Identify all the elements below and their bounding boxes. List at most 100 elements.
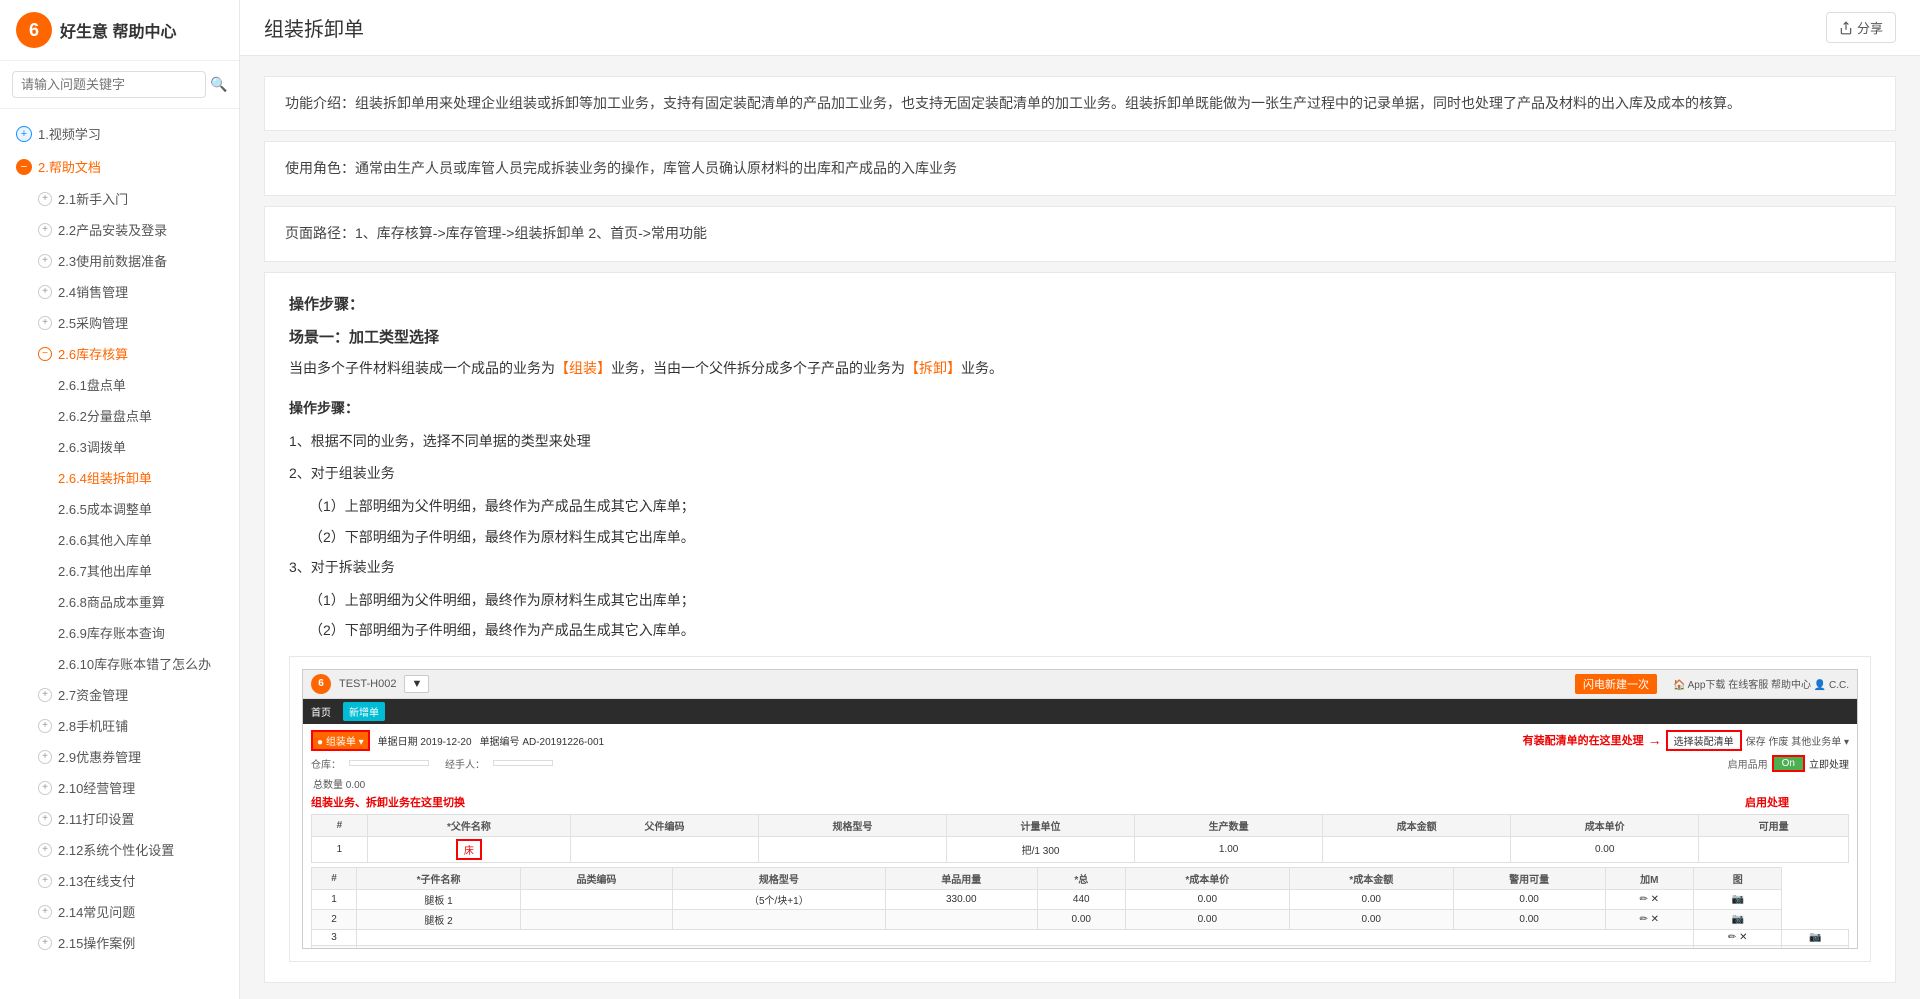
sidebar-item-install[interactable]: + 2.2产品安装及登录	[0, 214, 239, 245]
path-section: 页面路径：1、库存核算->库存管理->组装拆卸单 2、首页->常用功能	[264, 206, 1896, 261]
sidebar-item-coupon[interactable]: + 2.9优惠券管理	[0, 741, 239, 772]
sidebar-item-2-6-10[interactable]: 2.6.10库存账本错了怎么办	[20, 648, 239, 679]
sidebar-item-sales[interactable]: + 2.4销售管理	[0, 276, 239, 307]
scene1-title: 场景一：加工类型选择	[289, 326, 1871, 347]
th-avail: 可用量	[1699, 814, 1849, 836]
annotation-text1: 有装配清单的在这里处理	[1523, 732, 1644, 748]
fs-lower-table: # *子件名称 品类编码 规格型号 单品用量 *总 *成本单价 *成本金额 警用…	[311, 867, 1849, 949]
fs-date-label: 单据日期 2019-12-20	[378, 733, 472, 748]
share-button[interactable]: 分享	[1826, 12, 1896, 43]
sidebar-item-2-6-3-label: 2.6.3调拨单	[58, 437, 126, 456]
fs-action-btns: 保存 作废 其他业务单 ▾	[1746, 733, 1849, 748]
fs-person-input	[493, 760, 553, 766]
td-l-empty4	[357, 945, 1694, 949]
sidebar-item-2-6-6[interactable]: 2.6.6其他入库单	[20, 524, 239, 555]
sidebar-item-faq[interactable]: + 2.14常见问题	[0, 896, 239, 927]
sidebar-item-payment[interactable]: + 2.13在线支付	[0, 865, 239, 896]
th-l-icons: 图	[1693, 867, 1781, 889]
sidebar-item-mobile[interactable]: + 2.8手机旺铺	[0, 710, 239, 741]
td-1: 1	[312, 836, 368, 862]
plus-icon: +	[16, 126, 32, 142]
sub-prefix-icon: +	[38, 843, 52, 857]
annotation-area1: 有装配清单的在这里处理 → 选择装配清单 保存 作废 其他业务单 ▾	[1523, 730, 1849, 751]
fs-type-selector: ● 组装单 ▾ 单据日期 2019-12-20 单据编号 AD-20191226…	[311, 730, 604, 751]
search-input[interactable]	[12, 71, 206, 98]
td-l-ca2: 0.00	[1289, 909, 1453, 929]
sidebar-item-cases[interactable]: + 2.15操作案例	[0, 927, 239, 958]
sidebar-item-2-6-4[interactable]: 2.6.4组装拆卸单	[20, 462, 239, 493]
fs-form-content: ● 组装单 ▾ 单据日期 2019-12-20 单据编号 AD-20191226…	[303, 724, 1857, 949]
annotation-text3: 组装业务、拆卸业务在这里切换	[311, 794, 465, 810]
fs-on-toggle: On	[1772, 755, 1805, 772]
steps-section: 操作步骤： 场景一：加工类型选择 当由多个子件材料组装成一个成品的业务为【组装】…	[264, 272, 1896, 983]
td-l-ic3: 📷	[1782, 929, 1849, 945]
sidebar-item-2-6-9[interactable]: 2.6.9库存账本查询	[20, 617, 239, 648]
sidebar-item-dataprep[interactable]: + 2.3使用前数据准备	[0, 245, 239, 276]
sidebar-item-settings[interactable]: + 2.12系统个性化设置	[0, 834, 239, 865]
sidebar-item-coupon-label: 2.9优惠券管理	[58, 747, 141, 766]
sub-prefix-icon: +	[38, 812, 52, 826]
step1: 1、根据不同的业务，选择不同单据的类型来处理	[289, 428, 1871, 455]
sidebar-item-faq-label: 2.14常见问题	[58, 902, 135, 921]
fs-company: TEST-H002	[339, 678, 396, 690]
sidebar-item-dataprep-label: 2.3使用前数据准备	[58, 251, 167, 270]
td-l-ratio2	[885, 909, 1037, 929]
fs-config-list-btn: 选择装配清单	[1666, 730, 1742, 751]
sidebar-item-2-6-10-label: 2.6.10库存账本错了怎么办	[58, 654, 211, 673]
sidebar-item-print[interactable]: + 2.11打印设置	[0, 803, 239, 834]
step2-sub1: （1）上部明细为父件明细，最终作为产成品生成其它入库单；	[309, 493, 1871, 520]
nav-item-docs[interactable]: − 2.帮助文档	[0, 150, 239, 183]
td-l-c1: 0.00	[1125, 889, 1289, 909]
table-row: 1 腿板 1 （5个/块+1） 330.00 440 0.00 0.00 0.0…	[312, 889, 1849, 909]
th-spec: 规格型号	[758, 814, 946, 836]
ops-steps-title: 操作步骤：	[289, 395, 1871, 422]
role-section: 使用角色：通常由生产人员或库管人员完成拆装业务的操作，库管人员确认原材料的出库和…	[264, 141, 1896, 196]
sidebar-item-2-6-4-label: 2.6.4组装拆卸单	[58, 468, 152, 487]
fs-form-row1: ● 组装单 ▾ 单据日期 2019-12-20 单据编号 AD-20191226…	[311, 730, 1849, 751]
main-area: 组装拆卸单 分享 功能介绍：组装拆卸单用来处理企业组装或拆卸等加工业务，支持有固…	[240, 0, 1920, 999]
th-unit: 计量单位	[947, 814, 1135, 836]
sidebar-item-2-6-9-label: 2.6.9库存账本查询	[58, 623, 165, 642]
fs-topbar: 6 TEST-H002 ▼ 闪电新建一次 🏠 App下载 在线客服 帮助中心 👤…	[303, 670, 1857, 699]
scene1-desc: 当由多个子件材料组装成一个成品的业务为【组装】业务，当由一个父件拆分成多个子产品…	[289, 355, 1871, 382]
sidebar-item-ops[interactable]: + 2.10经营管理	[0, 772, 239, 803]
sidebar-item-2-6-7-label: 2.6.7其他出库单	[58, 561, 152, 580]
sidebar-item-2-6-5[interactable]: 2.6.5成本调整单	[20, 493, 239, 524]
sidebar-item-inventory[interactable]: − 2.6库存核算	[0, 338, 239, 369]
screenshot-container: 6 TEST-H002 ▼ 闪电新建一次 🏠 App下载 在线客服 帮助中心 👤…	[289, 656, 1871, 962]
sidebar-item-sales-label: 2.4销售管理	[58, 282, 128, 301]
ops-steps-block: 操作步骤： 1、根据不同的业务，选择不同单据的类型来处理 2、对于组装业务 （1…	[289, 395, 1871, 644]
sidebar-item-finance[interactable]: + 2.7资金管理	[0, 679, 239, 710]
sidebar-item-2-6-3[interactable]: 2.6.3调拨单	[20, 431, 239, 462]
sub-prefix-icon: +	[38, 905, 52, 919]
td-l-ic4: 📷	[1782, 945, 1849, 949]
sidebar-item-cases-label: 2.15操作案例	[58, 933, 135, 952]
sidebar-item-2-6-2[interactable]: 2.6.2分量盘点单	[20, 400, 239, 431]
td-l-ca1: 0.00	[1289, 889, 1453, 909]
th-l-qty: *总	[1037, 867, 1125, 889]
fs-count-label: 总数量 0.00	[313, 776, 365, 791]
sidebar: 6 好生意 帮助中心 🔍 + 1.视频学习 − 2.帮助文档 + 2.1新手入门	[0, 0, 240, 999]
td-l-op1: ✏ ✕	[1605, 889, 1693, 909]
nav-item-video[interactable]: + 1.视频学习	[0, 117, 239, 150]
td-spec	[758, 836, 946, 862]
sidebar-item-purchase[interactable]: + 2.5采购管理	[0, 307, 239, 338]
th-cost: 成本金额	[1323, 814, 1511, 836]
search-button[interactable]: 🔍	[210, 76, 227, 93]
td-l-spec1: （5个/块+1）	[672, 889, 885, 909]
td-l-code1	[521, 889, 673, 909]
fs-form-row2: 仓库： 经手人： 启用品用 On 立即处理	[311, 755, 1849, 772]
td-code	[570, 836, 758, 862]
sidebar-item-ops-label: 2.10经营管理	[58, 778, 135, 797]
sidebar-item-2-6-1[interactable]: 2.6.1盘点单	[20, 369, 239, 400]
sidebar-item-2-6-7[interactable]: 2.6.7其他出库单	[20, 555, 239, 586]
sidebar-item-newcomer[interactable]: + 2.1新手入门	[0, 183, 239, 214]
sidebar-item-payment-label: 2.13在线支付	[58, 871, 135, 890]
td-l-2: 2	[312, 909, 357, 929]
sub-prefix-icon: +	[38, 719, 52, 733]
td-l-op2: ✏ ✕	[1605, 909, 1693, 929]
sub-prefix-icon: +	[38, 192, 52, 206]
sub-prefix-icon: +	[38, 781, 52, 795]
sidebar-item-2-6-8[interactable]: 2.6.8商品成本重算	[20, 586, 239, 617]
sub-prefix-icon: +	[38, 316, 52, 330]
